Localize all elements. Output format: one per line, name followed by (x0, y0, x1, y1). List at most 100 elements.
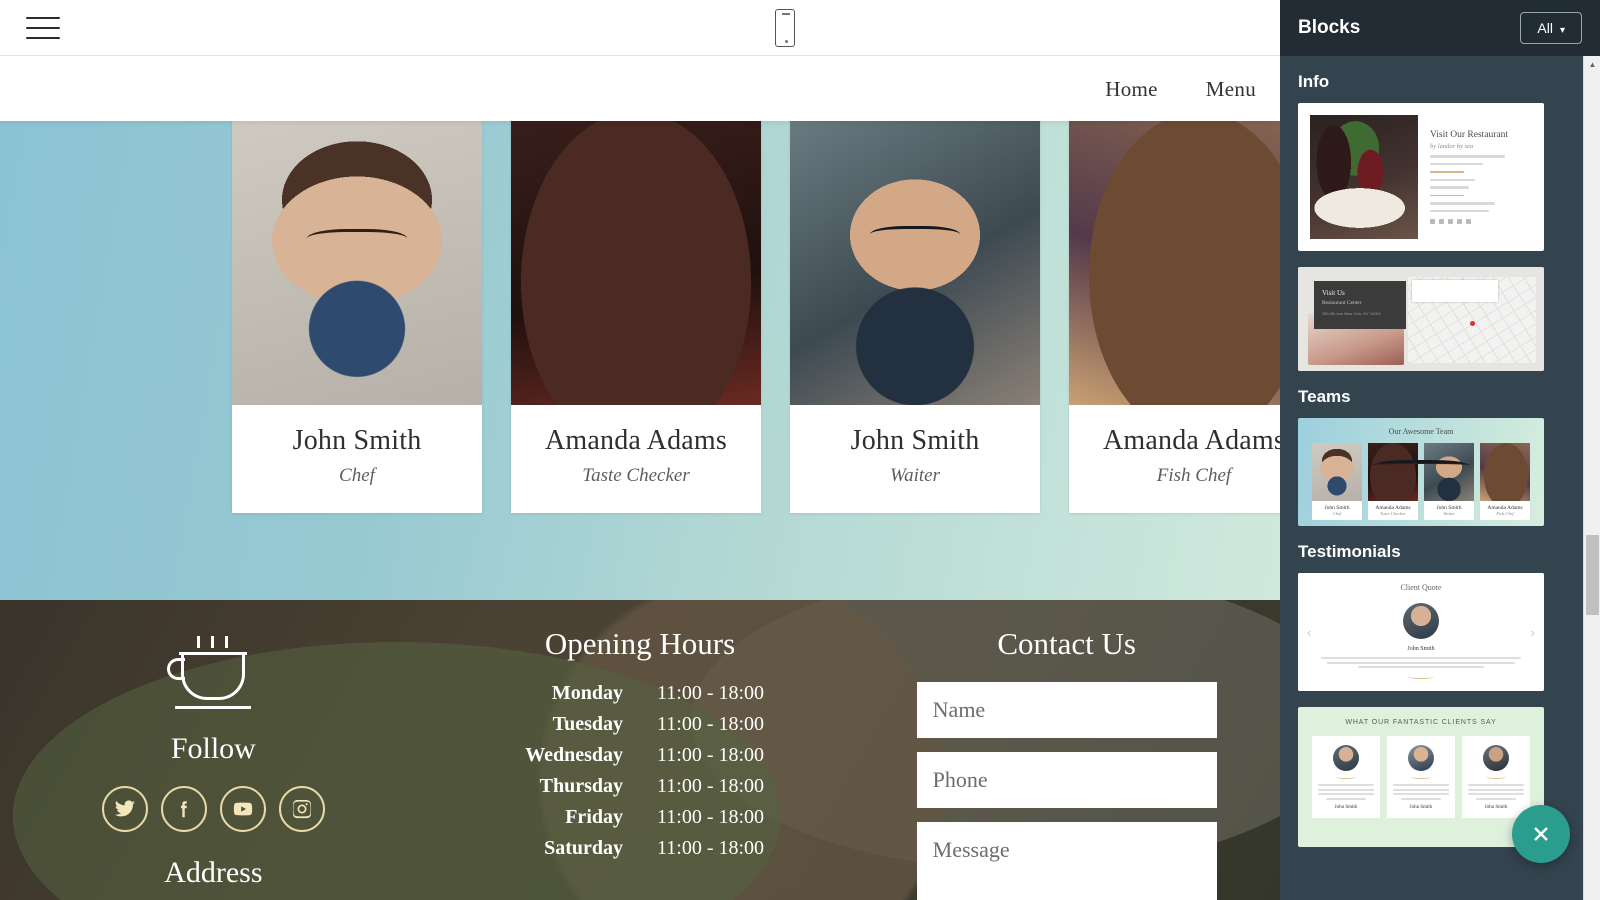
decorative-flourish (1411, 775, 1431, 779)
team-preview-name: Amanda Adams (1487, 505, 1523, 511)
twitter-icon[interactable] (101, 786, 148, 832)
follow-heading: Follow (170, 732, 256, 765)
team-section: John Smith Chef Amanda Adams Taste Check… (0, 112, 1280, 600)
mobile-device-icon[interactable] (775, 9, 795, 47)
carousel-prev-icon[interactable]: ‹ (1307, 625, 1311, 640)
team-member-photo (790, 112, 1040, 405)
facebook-icon[interactable] (160, 786, 207, 832)
hours-time: 11:00 - 18:00 (657, 837, 765, 859)
block-thumbnail-testimonial-quote[interactable]: Client Quote ‹ › John Smith (1298, 573, 1544, 691)
chevron-down-icon: ▾ (1559, 25, 1565, 36)
nav-link-home[interactable]: Home (1105, 77, 1158, 102)
team-member-role: Fish Chef (1156, 465, 1232, 486)
hours-time: 11:00 - 18:00 (657, 713, 765, 735)
team-preview-name: John Smith (1436, 505, 1462, 511)
block-group-title-teams: Teams (1298, 387, 1351, 406)
hours-day: Thursday (539, 775, 623, 797)
team-member-role: Waiter (890, 465, 940, 486)
placeholder-line (1393, 788, 1449, 791)
placeholder-line (1320, 657, 1522, 659)
team-preview-card: John Smith Waiter (1424, 443, 1474, 520)
placeholder-line (1476, 797, 1516, 800)
team-member-card[interactable]: John Smith Chef (232, 112, 482, 513)
divider (1430, 171, 1464, 173)
map-preview (1408, 277, 1536, 363)
hours-time: 11:00 - 18:00 (657, 806, 765, 828)
block-preview-card: Visit Us Restaurant Center 350 5th Ave N… (1314, 281, 1406, 329)
hours-row: Monday 11:00 - 18:00 (485, 682, 795, 705)
team-member-role: Chef (339, 465, 375, 486)
team-member-card[interactable]: Amanda Adams Fish Chef (1069, 112, 1280, 513)
map-info-bubble (1412, 280, 1498, 302)
team-preview-card: Amanda Adams Taste Checker (1368, 443, 1418, 520)
block-preview-subtitle: by landor by sea (1430, 143, 1474, 150)
blocks-panel-body[interactable]: Info Visit Our Restaurant by landor by s… (1280, 56, 1580, 900)
block-thumbnail-info-restaurant[interactable]: Visit Our Restaurant by landor by sea (1298, 103, 1544, 251)
blocks-filter-dropdown[interactable]: All ▾ (1520, 12, 1582, 44)
block-preview-image (1310, 115, 1418, 239)
hours-day: Saturday (544, 837, 623, 859)
block-preview-subtitle: Restaurant Center (1322, 300, 1362, 306)
hours-day: Wednesday (525, 744, 623, 766)
team-preview-photo (1480, 443, 1530, 501)
placeholder-line (1468, 784, 1524, 786)
team-preview-role: Chef (1332, 511, 1342, 516)
placeholder-line (1393, 784, 1449, 786)
name-field[interactable]: Name (916, 682, 1217, 738)
blocks-panel-title: Blocks (1298, 17, 1361, 38)
close-panel-button[interactable] (1512, 805, 1570, 863)
block-thumbnail-testimonial-grid[interactable]: WHAT OUR FANTASTIC CLIENTS SAY John Smit… (1298, 707, 1544, 847)
site-navbar: Home Menu (0, 57, 1280, 121)
block-preview-title: Client Quote (1400, 583, 1442, 592)
close-icon (1534, 827, 1548, 841)
hamburger-icon[interactable] (26, 16, 60, 39)
placeholder-line (1393, 793, 1449, 795)
panel-scrollbar[interactable]: ▲ (1583, 56, 1600, 900)
team-member-name: John Smith (292, 425, 422, 456)
block-preview-title: Our Awesome Team (1388, 427, 1454, 436)
placeholder-line (1326, 797, 1366, 800)
phone-field[interactable]: Phone (916, 752, 1217, 808)
placeholder-line (1430, 209, 1490, 212)
youtube-icon[interactable] (219, 786, 266, 832)
opening-hours-list: Monday 11:00 - 18:00 Tuesday 11:00 - 18:… (485, 682, 795, 868)
block-preview-title: Visit Us (1322, 289, 1345, 297)
hours-row: Saturday 11:00 - 18:00 (485, 837, 795, 860)
placeholder-line (1357, 666, 1485, 668)
decorative-flourish (1336, 775, 1356, 779)
avatar (1483, 745, 1509, 771)
message-field[interactable]: Message (916, 822, 1217, 900)
site-preview-canvas[interactable]: Home Menu John Smith Chef Amanda Adams T… (0, 0, 1280, 900)
hours-day: Tuesday (552, 713, 623, 735)
team-member-card[interactable]: John Smith Waiter (790, 112, 1040, 513)
scroll-up-arrow-icon[interactable]: ▲ (1584, 56, 1600, 73)
team-member-card[interactable]: Amanda Adams Taste Checker (511, 112, 761, 513)
testimonial-author: John Smith (1484, 804, 1508, 810)
team-preview-name: John Smith (1324, 505, 1350, 511)
builder-topbar (0, 0, 1280, 56)
placeholder-line (1430, 155, 1506, 158)
nav-link-menu[interactable]: Menu (1206, 77, 1256, 102)
instagram-icon[interactable] (278, 786, 325, 832)
block-thumbnail-team[interactable]: Our Awesome Team John Smith Chef Amanda … (1298, 418, 1544, 526)
app-root: Home Menu John Smith Chef Amanda Adams T… (0, 0, 1600, 900)
social-links (0, 786, 427, 832)
opening-hours-heading: Opening Hours (544, 626, 736, 661)
testimonial-preview-card: John Smith (1387, 736, 1455, 818)
blocks-filter-label: All (1537, 20, 1553, 36)
block-preview-title: Visit Our Restaurant (1430, 130, 1509, 140)
placeholder-line (1318, 784, 1374, 786)
block-thumbnail-info-map[interactable]: Visit Us Restaurant Center 350 5th Ave N… (1298, 267, 1544, 371)
carousel-next-icon[interactable]: › (1531, 625, 1535, 640)
blocks-panel-header: Blocks All ▾ (1280, 0, 1600, 56)
scrollbar-thumb[interactable] (1586, 535, 1599, 615)
team-preview-role: Fish Chef (1496, 511, 1514, 516)
divider (1430, 194, 1464, 196)
placeholder-line (1430, 178, 1475, 181)
placeholder-line (1327, 661, 1515, 664)
team-member-name: John Smith (850, 425, 980, 456)
hours-row: Tuesday 11:00 - 18:00 (485, 713, 795, 736)
hours-day: Friday (565, 806, 623, 828)
hours-time: 11:00 - 18:00 (657, 775, 765, 797)
block-preview-title: WHAT OUR FANTASTIC CLIENTS SAY (1345, 719, 1497, 726)
